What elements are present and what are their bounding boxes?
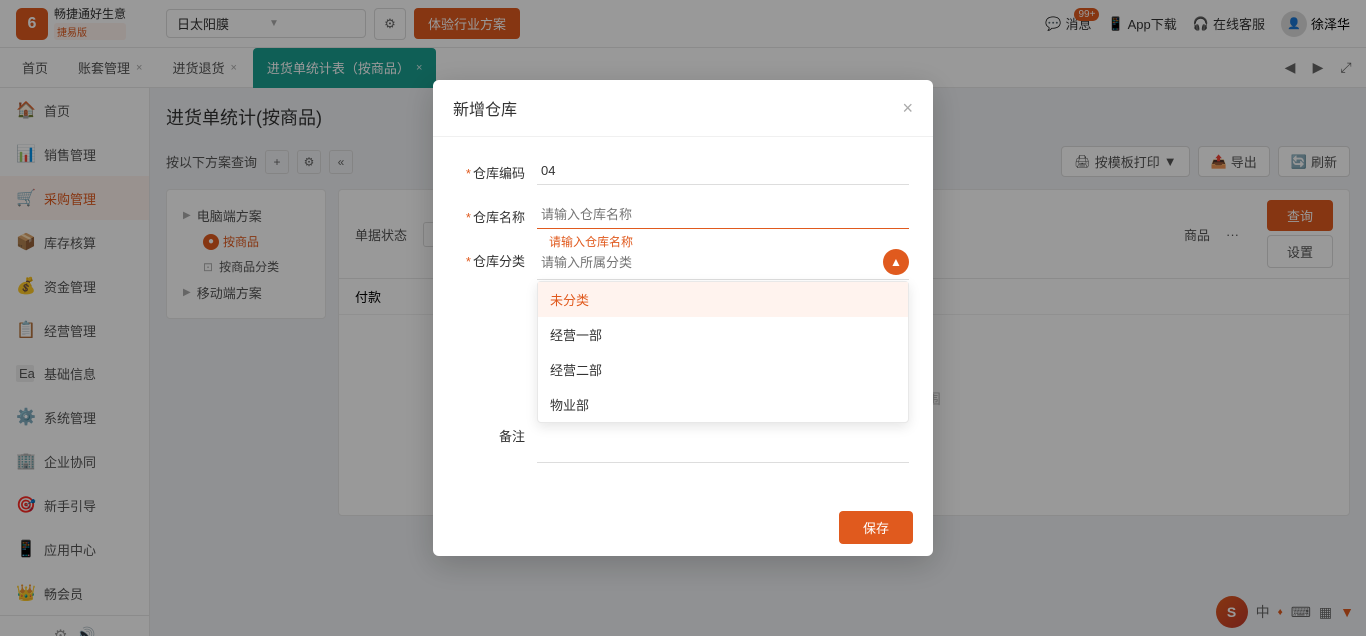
classify-dropdown: 未分类 经营一部 经营二部 物业部 (537, 281, 909, 423)
form-row-note: 备注 (457, 420, 909, 463)
dialog-add-warehouse: 新增仓库 × 仓库编码 仓库名称 请输入仓库名称 仓库分类 (433, 80, 933, 556)
classify-input-row: ▲ (537, 245, 909, 280)
form-row-name: 仓库名称 请输入仓库名称 (457, 201, 909, 229)
form-row-classify: 仓库分类 ▲ 未分类 经营一部 经营二部 物业部 (457, 245, 909, 280)
dropdown-item-property[interactable]: 物业部 (538, 387, 908, 422)
classify-wrapper: ▲ 未分类 经营一部 经营二部 物业部 (537, 245, 909, 280)
code-label: 仓库编码 (457, 157, 537, 182)
name-label: 仓库名称 (457, 201, 537, 226)
dropdown-item-operations1[interactable]: 经营一部 (538, 317, 908, 352)
dropdown-item-operations2[interactable]: 经营二部 (538, 352, 908, 387)
classify-input[interactable] (537, 251, 883, 274)
name-input[interactable] (537, 201, 909, 229)
classify-arrow-icon[interactable]: ▲ (883, 249, 909, 275)
save-button[interactable]: 保存 (839, 511, 913, 544)
dialog-header: 新增仓库 × (433, 80, 933, 137)
classify-label: 仓库分类 (457, 245, 537, 270)
code-input[interactable] (537, 157, 909, 185)
dropdown-item-unclassified[interactable]: 未分类 (538, 282, 908, 317)
note-textarea[interactable] (537, 420, 909, 463)
dialog-body: 仓库编码 仓库名称 请输入仓库名称 仓库分类 ▲ (433, 137, 933, 499)
dialog-close-button[interactable]: × (902, 98, 913, 119)
form-row-code: 仓库编码 (457, 157, 909, 185)
dialog-footer: 保存 (433, 499, 933, 556)
modal-overlay[interactable]: 新增仓库 × 仓库编码 仓库名称 请输入仓库名称 仓库分类 (0, 0, 1366, 636)
note-label: 备注 (457, 420, 537, 445)
dialog-title: 新增仓库 (453, 96, 517, 120)
